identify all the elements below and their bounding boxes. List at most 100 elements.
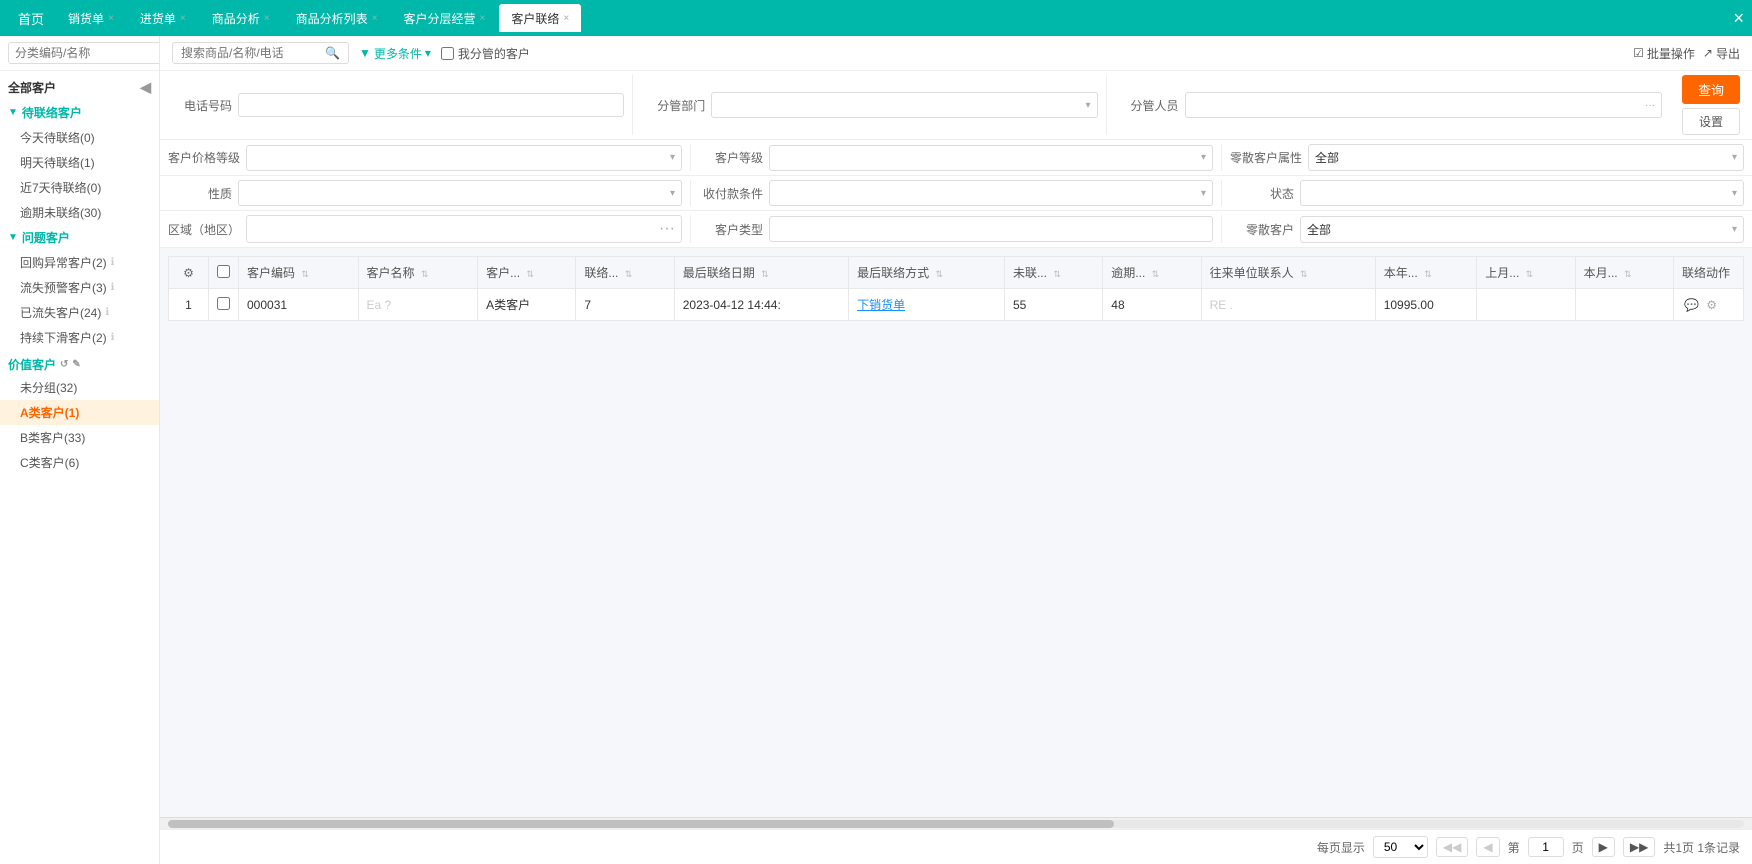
customers-table: ⚙ 客户编码 ⇅ 客户名称 ⇅ <box>168 256 1744 321</box>
batch-op-button[interactable]: ☑ 批量操作 <box>1633 45 1695 62</box>
filter-search-icon[interactable]: 🔍 <box>325 46 340 60</box>
select-all-checkbox[interactable] <box>217 265 230 278</box>
filter-icon: ▼ <box>359 46 371 60</box>
sidebar-all-customers-label: 全部客户 <box>8 79 56 96</box>
adv-phone-input[interactable] <box>238 93 624 117</box>
query-button[interactable]: 查询 <box>1682 75 1740 104</box>
table-settings-icon[interactable]: ⚙ <box>183 266 194 280</box>
page-input[interactable] <box>1528 837 1564 857</box>
next-page-button[interactable]: ▶ <box>1592 837 1615 857</box>
close-tab-customer-tier[interactable]: × <box>479 13 485 24</box>
sidebar-search-input[interactable] <box>8 42 160 64</box>
tab-sales[interactable]: 销货单 × <box>56 4 126 32</box>
sidebar-collapse-icon[interactable]: ◀ <box>140 79 151 96</box>
sidebar-item-b-class[interactable]: B类客户(33) <box>0 425 159 450</box>
tab-purchase[interactable]: 进货单 × <box>128 4 198 32</box>
close-tab-customer-contact[interactable]: × <box>563 13 569 24</box>
sidebar-item-ungrouped[interactable]: 未分组(32) <box>0 375 159 400</box>
close-tab-purchase[interactable]: × <box>180 13 186 24</box>
sidebar-item-overdue[interactable]: 逾期未联络(30) <box>0 200 159 225</box>
last-page-button[interactable]: ▶▶ <box>1623 837 1655 857</box>
my-customers-checkbox[interactable] <box>441 47 454 60</box>
sort-contact-person-icon[interactable]: ⇅ <box>1300 269 1308 279</box>
adv-price-grade-select[interactable]: ▾ <box>246 145 682 171</box>
sidebar-item-declining[interactable]: 持续下滑客户(2) ℹ <box>0 325 159 350</box>
tab-customer-tier[interactable]: 客户分层经营 × <box>391 4 497 32</box>
adv-retail-select[interactable]: 全部 ▾ <box>1300 216 1744 243</box>
prev-page-button[interactable]: ◀ <box>1476 837 1499 857</box>
adv-status-select[interactable]: ▾ <box>1300 180 1744 206</box>
sort-code-icon[interactable]: ⇅ <box>301 269 309 279</box>
sidebar-group-problem[interactable]: ▼ 问题客户 <box>0 225 159 250</box>
th-last-date: 最后联络日期 ⇅ <box>674 257 848 289</box>
nav-home[interactable]: 首页 <box>8 9 54 28</box>
sort-this-month-icon[interactable]: ⇅ <box>1624 269 1632 279</box>
td-no-contact: 55 <box>1004 289 1102 321</box>
horizontal-scrollbar[interactable] <box>160 817 1752 829</box>
adv-retail-attr-select[interactable]: 全部 ▾ <box>1308 144 1744 171</box>
td-checkbox[interactable] <box>209 289 239 321</box>
scrollbar-track <box>168 820 1744 828</box>
sidebar-item-a-class[interactable]: A类客户(1) <box>0 400 159 425</box>
adv-person-select[interactable]: ··· <box>1185 92 1663 118</box>
export-button[interactable]: ↗ 导出 <box>1703 45 1740 62</box>
sidebar-item-tomorrow[interactable]: 明天待联络(1) <box>0 150 159 175</box>
close-tab-sales[interactable]: × <box>108 13 114 24</box>
th-last-method: 最后联络方式 ⇅ <box>849 257 1005 289</box>
sidebar-group-pending[interactable]: ▼ 待联络客户 <box>0 100 159 125</box>
sort-type-icon[interactable]: ⇅ <box>526 269 534 279</box>
th-name: 客户名称 ⇅ <box>358 257 478 289</box>
adv-person-cell: 分管人员 ··· <box>1107 71 1671 139</box>
adv-cust-grade-select[interactable]: ▾ <box>769 145 1213 171</box>
sidebar-item-abnormal[interactable]: 回购异常客户(2) ℹ <box>0 250 159 275</box>
row-checkbox[interactable] <box>217 297 230 310</box>
sidebar-item-7days[interactable]: 近7天待联络(0) <box>0 175 159 200</box>
refresh-icon[interactable]: ↺ <box>60 359 68 370</box>
sort-contact-count-icon[interactable]: ⇅ <box>625 269 633 279</box>
total-label: 共1页 1条记录 <box>1663 839 1740 856</box>
sidebar-item-attrition-warning[interactable]: 流失预警客户(3) ℹ <box>0 275 159 300</box>
sort-this-year-icon[interactable]: ⇅ <box>1424 269 1432 279</box>
filter-search-input[interactable] <box>181 46 321 60</box>
per-page-select[interactable]: 50 100 200 <box>1373 836 1428 858</box>
first-page-button[interactable]: ◀◀ <box>1436 837 1468 857</box>
adv-cust-type-cell: 客户类型 <box>691 211 1221 247</box>
td-contact-count: 7 <box>576 289 674 321</box>
tab-goods-analysis[interactable]: 商品分析 × <box>200 4 282 32</box>
scrollbar-thumb[interactable] <box>168 820 1114 828</box>
setting-button[interactable]: 设置 <box>1682 108 1740 135</box>
qr-icon[interactable]: ⚙ <box>1706 298 1717 312</box>
sidebar-item-today[interactable]: 今天待联络(0) <box>0 125 159 150</box>
filter-more-button[interactable]: ▼ 更多条件 ▾ <box>359 45 431 62</box>
sidebar-item-c-class[interactable]: C类客户(6) <box>0 450 159 475</box>
filter-my-customers[interactable]: 我分管的客户 <box>441 45 530 62</box>
adv-filter-row1: 电话号码 分管部门 ▾ 分管人员 ··· <box>160 71 1752 139</box>
per-page-label: 每页显示 <box>1317 839 1365 856</box>
pagination: 每页显示 50 100 200 ◀◀ ◀ 第 页 ▶ ▶▶ 共1页 1条记录 <box>160 829 1752 864</box>
sort-last-month-icon[interactable]: ⇅ <box>1526 269 1534 279</box>
page-suffix-label: 页 <box>1572 839 1584 856</box>
th-actions: 联络动作 <box>1674 257 1744 289</box>
adv-nature-select[interactable]: ▾ <box>238 180 682 206</box>
tab-goods-analysis-list[interactable]: 商品分析列表 × <box>284 4 390 32</box>
adv-cust-type-select[interactable] <box>769 216 1213 242</box>
message-icon[interactable]: 💬 <box>1684 298 1699 312</box>
adv-region-select[interactable]: ··· <box>246 215 682 243</box>
adv-payment-select[interactable]: ▾ <box>769 180 1213 206</box>
sort-last-method-icon[interactable]: ⇅ <box>935 269 943 279</box>
close-tab-goods-analysis-list[interactable]: × <box>372 13 378 24</box>
sidebar-item-lost[interactable]: 已流失客户(24) ℹ <box>0 300 159 325</box>
tab-customer-contact[interactable]: 客户联络 × <box>499 4 581 32</box>
table-row: 1 000031 Ea ? A类客户 7 2023-04-12 14:44: 下… <box>169 289 1744 321</box>
close-tab-goods-analysis[interactable]: × <box>264 13 270 24</box>
adv-dept-select[interactable]: ▾ <box>711 92 1097 118</box>
filter-actions: ☑ 批量操作 ↗ 导出 <box>1633 45 1740 62</box>
close-all-tabs[interactable]: × <box>1733 8 1744 29</box>
edit-icon[interactable]: ✎ <box>72 359 80 370</box>
region-more-icon[interactable]: ··· <box>659 220 675 238</box>
sort-overdue-icon[interactable]: ⇅ <box>1152 269 1160 279</box>
sort-name-icon[interactable]: ⇅ <box>421 269 429 279</box>
last-method-link[interactable]: 下销货单 <box>857 298 905 312</box>
sort-last-date-icon[interactable]: ⇅ <box>761 269 769 279</box>
sort-no-contact-icon[interactable]: ⇅ <box>1053 269 1061 279</box>
